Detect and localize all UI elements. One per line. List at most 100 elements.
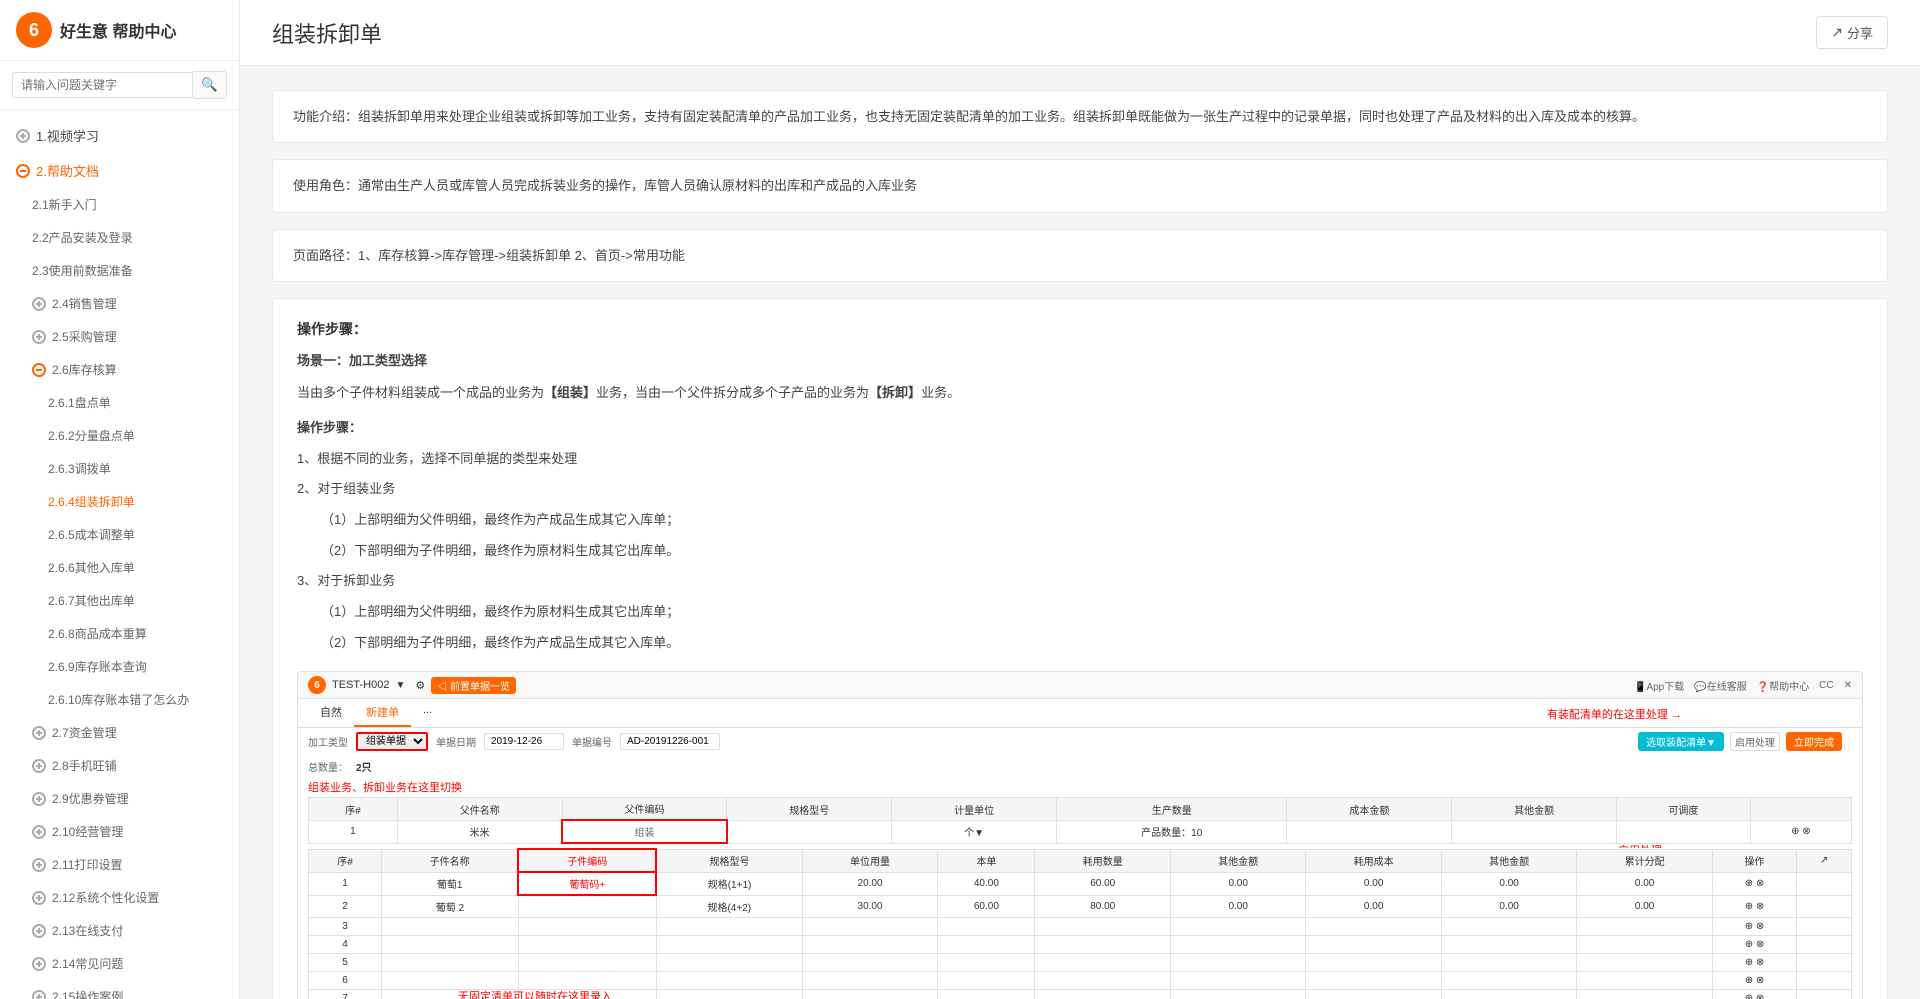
- steps-list: 操作步骤： 1、根据不同的业务，选择不同单据的类型来处理 2、对于组装业务 （1…: [297, 416, 1863, 656]
- table-row: 1 葡萄1 葡萄码+ 规格(1+1) 20.00 40.00 60.00 0.0…: [309, 872, 1852, 895]
- expand-icon: [32, 330, 46, 344]
- col-cost-amt: 成本金额: [1287, 798, 1452, 821]
- prev-docs-button[interactable]: ◁ 前置单据一览: [431, 677, 516, 694]
- step2-item: 2、对于组装业务: [297, 477, 1863, 502]
- sidebar-item-adjust[interactable]: 2.6.3调拨单: [0, 452, 239, 485]
- app-download-link[interactable]: 📱App下载: [1634, 678, 1684, 693]
- sidebar-item-purchase[interactable]: 2.5采购管理: [0, 320, 239, 353]
- online-service-link[interactable]: 💬在线客服: [1694, 678, 1746, 693]
- table-row: 5 ⊕ ⊗: [309, 953, 1852, 971]
- sidebar-item-label: 2.6.1盘点单: [48, 394, 111, 411]
- low-col-cost-amt: 耗用成本: [1306, 849, 1441, 872]
- sidebar-item-label: 2.7资金管理: [52, 724, 117, 741]
- sidebar-item-assembly[interactable]: 2.6.4组装拆卸单: [0, 485, 239, 518]
- tab-natural[interactable]: 自然: [308, 699, 354, 727]
- sidebar-item-label: 2.10经营管理: [52, 823, 123, 840]
- col-prod-qty: 生产数量: [1057, 798, 1287, 821]
- ops-title: 操作步骤：: [297, 319, 1863, 339]
- annotation-has-bom: 有装配清单的在这里处理 →: [1547, 706, 1682, 722]
- feature-intro-box: 功能介绍：组装拆卸单用来处理企业组装或拆卸等加工业务，支持有固定装配清单的产品加…: [272, 90, 1888, 143]
- path-intro-text: 页面路径：1、库存核算->库存管理->组装拆卸单 2、首页->常用功能: [293, 244, 1867, 267]
- sidebar-item-costadj[interactable]: 2.6.5成本调整单: [0, 518, 239, 551]
- total-qty-value: 2只: [356, 759, 372, 774]
- table-row: 4 ⊕ ⊗: [309, 935, 1852, 953]
- sidebar-item-label: 2.6.3调拨单: [48, 460, 111, 477]
- sidebar-item-inventory[interactable]: 2.6库存核算: [0, 353, 239, 386]
- sidebar-item-faq[interactable]: 2.14常见问题: [0, 947, 239, 980]
- sidebar-item-otherinstock[interactable]: 2.6.6其他入库单: [0, 551, 239, 584]
- screenshot-titlebar: 6 TEST-H002 ▼ ⚙ ◁ 前置单据一览 📱App下载 💬在线客服 ❓帮…: [298, 672, 1862, 699]
- sidebar-item-label: 2.6.2分量盘点单: [48, 427, 135, 444]
- expand-icon: [32, 759, 46, 773]
- tab-new[interactable]: 新建单: [354, 699, 411, 727]
- date-input[interactable]: [484, 733, 564, 750]
- num-input[interactable]: [620, 733, 720, 750]
- sidebar-item-online[interactable]: 2.13在线支付: [0, 914, 239, 947]
- sidebar-item-sales[interactable]: 2.4销售管理: [0, 287, 239, 320]
- path-intro-box: 页面路径：1、库存核算->库存管理->组装拆卸单 2、首页->常用功能: [272, 229, 1888, 282]
- sidebar-item-label: 2.2产品安装及登录: [32, 229, 133, 246]
- sidebar-item-print[interactable]: 2.11打印设置: [0, 848, 239, 881]
- sidebar-item-label: 2.1新手入门: [32, 196, 97, 213]
- sidebar-item-stocktake[interactable]: 2.6.1盘点单: [0, 386, 239, 419]
- expand-icon: [32, 858, 46, 872]
- sidebar-item-label: 2.6库存核算: [52, 361, 117, 378]
- sidebar-item-label: 2.6.7其他出库单: [48, 592, 135, 609]
- low-col-expand: ↗: [1797, 849, 1852, 872]
- help-center-link[interactable]: ❓帮助中心: [1757, 678, 1809, 693]
- sidebar-item-label: 2.8手机旺铺: [52, 757, 117, 774]
- search-button[interactable]: 🔍: [193, 71, 227, 99]
- sidebar-item-coupon[interactable]: 2.9优惠券管理: [0, 782, 239, 815]
- screenshot-wrapper: 6 TEST-H002 ▼ ⚙ ◁ 前置单据一览 📱App下载 💬在线客服 ❓帮…: [298, 672, 1862, 999]
- step2-sub1-item: （1）上部明细为父件明细，最终作为产成品生成其它入库单；: [297, 508, 1863, 533]
- type-label: 加工类型: [308, 734, 348, 749]
- step3-sub1-item: （1）上部明细为父件明细，最终作为原材料生成其它出库单；: [297, 600, 1863, 625]
- sidebar-nav: 1.视频学习 2.帮助文档 2.1新手入门 2.2产品安装及登录 2.3使用前数…: [0, 110, 239, 999]
- main-body: 功能介绍：组装拆卸单用来处理企业组装或拆卸等加工业务，支持有固定装配清单的产品加…: [240, 66, 1920, 999]
- lower-table-section: 序# 子件名称 子件编码 规格型号 单位用量 本单 耗用数量 其他金额 耗用成本: [298, 848, 1862, 999]
- sidebar-item-cases[interactable]: 2.15操作案例: [0, 980, 239, 999]
- cc-link[interactable]: CC: [1819, 680, 1833, 691]
- bom-process-button[interactable]: 选取装配清单▼: [1638, 732, 1724, 751]
- role-intro-box: 使用角色：通常由生产人员或库管人员完成拆装业务的操作，库管人员确认原材料的出库和…: [272, 159, 1888, 212]
- sidebar-item-fund[interactable]: 2.7资金管理: [0, 716, 239, 749]
- close-button[interactable]: ✕: [1844, 680, 1852, 691]
- upper-table-section: 序# 父件名称 父件编码 规格型号 计量单位 生产数量 成本金额 其他金额 可调…: [298, 797, 1862, 848]
- app-logo: 6: [308, 676, 326, 694]
- sidebar-item-custom[interactable]: 2.12系统个性化设置: [0, 881, 239, 914]
- low-col-spec: 规格型号: [656, 849, 802, 872]
- sidebar-item-label: 2.14常见问题: [52, 955, 123, 972]
- main-header: 组装拆卸单 ↗ 分享: [240, 0, 1920, 66]
- sidebar-item-mobile[interactable]: 2.8手机旺铺: [0, 749, 239, 782]
- expand-icon: [32, 891, 46, 905]
- col-other-amt: 其他金额: [1452, 798, 1617, 821]
- sidebar-item-data[interactable]: 2.3使用前数据准备: [0, 254, 239, 287]
- sidebar-item-video[interactable]: 1.视频学习: [0, 118, 239, 153]
- date-label: 单据日期: [436, 734, 476, 749]
- share-button[interactable]: ↗ 分享: [1816, 16, 1888, 49]
- page-title: 组装拆卸单: [272, 17, 382, 49]
- sidebar-item-otheroutstock[interactable]: 2.6.7其他出库单: [0, 584, 239, 617]
- qty-row: 总数量： 2只: [298, 755, 1862, 778]
- sidebar-item-stockallocate[interactable]: 2.6.2分量盘点单: [0, 419, 239, 452]
- tab-more[interactable]: ...: [411, 699, 444, 727]
- sidebar-item-stockerror[interactable]: 2.6.10库存账本错了怎么办: [0, 683, 239, 716]
- sidebar-item-operation[interactable]: 2.10经营管理: [0, 815, 239, 848]
- search-input[interactable]: [12, 72, 193, 98]
- sidebar-item-label: 2.6.6其他入库单: [48, 559, 135, 576]
- table-row: 6 ⊕ ⊗: [309, 971, 1852, 989]
- sidebar-item-stockledger[interactable]: 2.6.9库存账本查询: [0, 650, 239, 683]
- sidebar-item-intro[interactable]: 2.1新手入门: [0, 188, 239, 221]
- expand-icon: [32, 924, 46, 938]
- step1-item: 1、根据不同的业务，选择不同单据的类型来处理: [297, 447, 1863, 472]
- sidebar-item-label: 2.6.4组装拆卸单: [48, 493, 135, 510]
- type-select[interactable]: 组装单据 拆卸单据: [356, 732, 428, 751]
- sidebar-item-install[interactable]: 2.2产品安装及登录: [0, 221, 239, 254]
- confirm-button[interactable]: 立即完成: [1786, 732, 1842, 751]
- sidebar-item-docs[interactable]: 2.帮助文档: [0, 153, 239, 188]
- feature-intro-text: 功能介绍：组装拆卸单用来处理企业组装或拆卸等加工业务，支持有固定装配清单的产品加…: [293, 105, 1867, 128]
- low-col-name: 子件名称: [382, 849, 519, 872]
- search-area: 🔍: [0, 61, 239, 110]
- step1-text: 1、根据不同的业务，选择不同单据的类型来处理: [297, 451, 577, 466]
- sidebar-item-goodscost[interactable]: 2.6.8商品成本重算: [0, 617, 239, 650]
